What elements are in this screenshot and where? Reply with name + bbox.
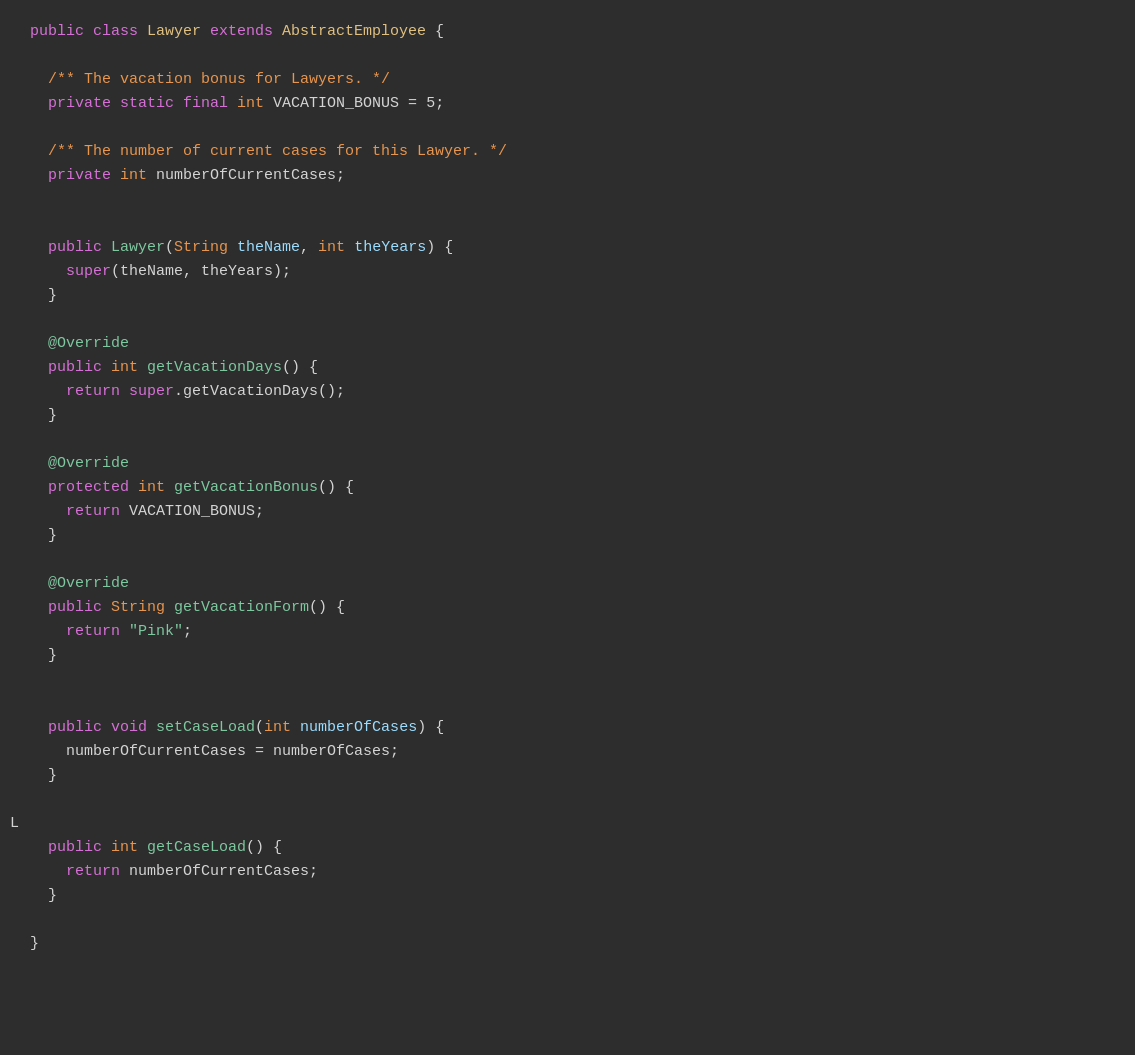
- code-line: }: [30, 404, 1115, 428]
- code-line: [30, 668, 1115, 692]
- code-line: }: [30, 764, 1115, 788]
- code-line: /** The number of current cases for this…: [30, 140, 1115, 164]
- code-line: public Lawyer(String theName, int theYea…: [30, 236, 1115, 260]
- code-editor: public class Lawyer extends AbstractEmpl…: [0, 0, 1135, 1055]
- code-line: [30, 308, 1115, 332]
- code-line: }: [30, 932, 1115, 956]
- code-line: [30, 212, 1115, 236]
- code-line: [30, 812, 1115, 836]
- code-line: public String getVacationForm() {: [30, 596, 1115, 620]
- code-line: return VACATION_BONUS;: [30, 500, 1115, 524]
- code-line: [30, 956, 1115, 980]
- code-line: protected int getVacationBonus() {: [30, 476, 1115, 500]
- code-line: [30, 908, 1115, 932]
- code-line: [30, 116, 1115, 140]
- code-line: [30, 44, 1115, 68]
- code-line: [30, 548, 1115, 572]
- code-line: private int numberOfCurrentCases;: [30, 164, 1115, 188]
- code-line: }: [30, 524, 1115, 548]
- code-line: [30, 788, 1115, 812]
- code-line: public int getCaseLoad() {: [30, 836, 1115, 860]
- code-line: }: [30, 644, 1115, 668]
- code-line: public int getVacationDays() {: [30, 356, 1115, 380]
- code-line: numberOfCurrentCases = numberOfCases;: [30, 740, 1115, 764]
- code-line: [30, 692, 1115, 716]
- code-line: @Override: [30, 572, 1115, 596]
- code-line: }: [30, 284, 1115, 308]
- code-line: return super.getVacationDays();: [30, 380, 1115, 404]
- code-line: return numberOfCurrentCases;: [30, 860, 1115, 884]
- code-line: /** The vacation bonus for Lawyers. */: [30, 68, 1115, 92]
- code-line: super(theName, theYears);: [30, 260, 1115, 284]
- code-line: }: [30, 884, 1115, 908]
- code-line: return "Pink";: [30, 620, 1115, 644]
- code-line: private static final int VACATION_BONUS …: [30, 92, 1115, 116]
- code-line: @Override: [30, 452, 1115, 476]
- code-line: @Override: [30, 332, 1115, 356]
- code-line: [30, 188, 1115, 212]
- code-line: [30, 428, 1115, 452]
- code-line: public class Lawyer extends AbstractEmpl…: [30, 20, 1115, 44]
- code-line: public void setCaseLoad(int numberOfCase…: [30, 716, 1115, 740]
